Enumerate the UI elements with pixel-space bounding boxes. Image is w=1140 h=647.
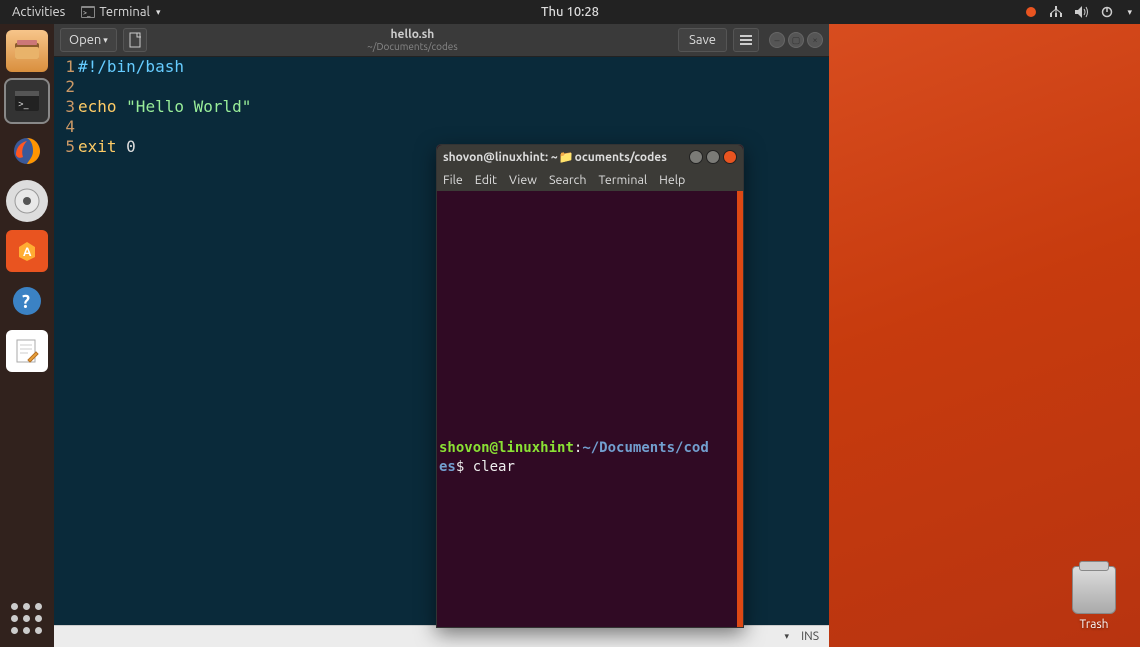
save-button[interactable]: Save — [678, 28, 727, 52]
open-button[interactable]: Open ▾ — [60, 28, 117, 52]
new-document-button[interactable] — [123, 28, 147, 52]
network-icon[interactable] — [1049, 6, 1063, 18]
dock-gedit[interactable] — [6, 330, 48, 372]
power-icon[interactable] — [1101, 6, 1113, 18]
terminal-menu-edit[interactable]: Edit — [475, 173, 497, 187]
terminal-close-button[interactable] — [723, 150, 737, 164]
gedit-header-bar: Open ▾ hello.sh ~/Documents/codes Save ‒… — [54, 24, 829, 57]
terminal-menu-search[interactable]: Search — [549, 173, 587, 187]
dock-files[interactable] — [6, 30, 48, 72]
dock-help[interactable]: ? — [6, 280, 48, 322]
dock-terminal[interactable]: >_ — [6, 80, 48, 122]
hamburger-menu-button[interactable] — [733, 28, 759, 52]
chevron-down-icon: ▾ — [103, 35, 108, 46]
ubuntu-dock: >_ A ? — [0, 24, 54, 647]
svg-text:?: ? — [22, 292, 30, 312]
trash-label: Trash — [1072, 618, 1116, 631]
chevron-down-icon: ▾ — [156, 7, 161, 18]
insert-mode-indicator[interactable]: INS — [801, 630, 819, 643]
open-button-label: Open — [69, 33, 101, 47]
window-maximize-button[interactable]: ▢ — [788, 32, 804, 48]
terminal-output: shovon@linuxhint:~/Documents/codes$ clea… — [437, 439, 737, 477]
gedit-document-path: ~/Documents/codes — [153, 41, 672, 52]
svg-text:>_: >_ — [83, 9, 91, 17]
terminal-menu-bar: File Edit View Search Terminal Help — [437, 169, 743, 191]
show-applications-button[interactable] — [7, 599, 47, 639]
terminal-menu-help[interactable]: Help — [659, 173, 685, 187]
volume-icon[interactable] — [1075, 6, 1089, 18]
clock[interactable]: Thu 10:28 — [541, 5, 599, 19]
gedit-document-title: hello.sh — [153, 28, 672, 41]
terminal-maximize-button[interactable] — [706, 150, 720, 164]
terminal-window: shovon@linuxhint: ~📁ocuments/codes File E… — [436, 144, 744, 628]
app-menu-label: Terminal — [99, 5, 150, 19]
terminal-body[interactable]: shovon@linuxhint:~/Documents/codes$ clea… — [437, 191, 743, 627]
trash-icon — [1072, 566, 1116, 614]
system-menu-chevron-icon[interactable]: ▾ — [1127, 7, 1132, 18]
terminal-minimize-button[interactable] — [689, 150, 703, 164]
gedit-status-bar: ▾ INS — [54, 625, 829, 647]
window-minimize-button[interactable]: ‒ — [769, 32, 785, 48]
svg-text:>_: >_ — [18, 98, 29, 109]
app-menu[interactable]: >_ Terminal ▾ — [77, 5, 164, 19]
dock-software[interactable]: A — [6, 230, 48, 272]
trash-desktop-icon[interactable]: Trash — [1072, 566, 1116, 631]
terminal-resize-edge[interactable] — [737, 191, 743, 627]
dock-firefox[interactable] — [6, 130, 48, 172]
notification-icon[interactable] — [1025, 6, 1037, 18]
terminal-menu-file[interactable]: File — [443, 173, 463, 187]
desktop[interactable]: Open ▾ hello.sh ~/Documents/codes Save ‒… — [54, 24, 1140, 647]
terminal-menu-view[interactable]: View — [509, 173, 537, 187]
line-number-gutter: 12345 — [54, 57, 78, 625]
activities-button[interactable]: Activities — [8, 5, 69, 19]
svg-text:A: A — [23, 246, 32, 259]
folder-icon: 📁 — [559, 151, 574, 164]
terminal-title-text: shovon@linuxhint: ~📁ocuments/codes — [443, 150, 689, 164]
terminal-menu-terminal[interactable]: Terminal — [599, 173, 648, 187]
terminal-icon: >_ — [81, 6, 95, 18]
terminal-title-bar[interactable]: shovon@linuxhint: ~📁ocuments/codes — [437, 145, 743, 169]
dock-rhythmbox[interactable] — [6, 180, 48, 222]
gnome-top-bar: Activities >_ Terminal ▾ Thu 10:28 ▾ — [0, 0, 1140, 24]
status-dropdown[interactable]: ▾ — [785, 631, 790, 642]
window-close-button[interactable]: × — [807, 32, 823, 48]
